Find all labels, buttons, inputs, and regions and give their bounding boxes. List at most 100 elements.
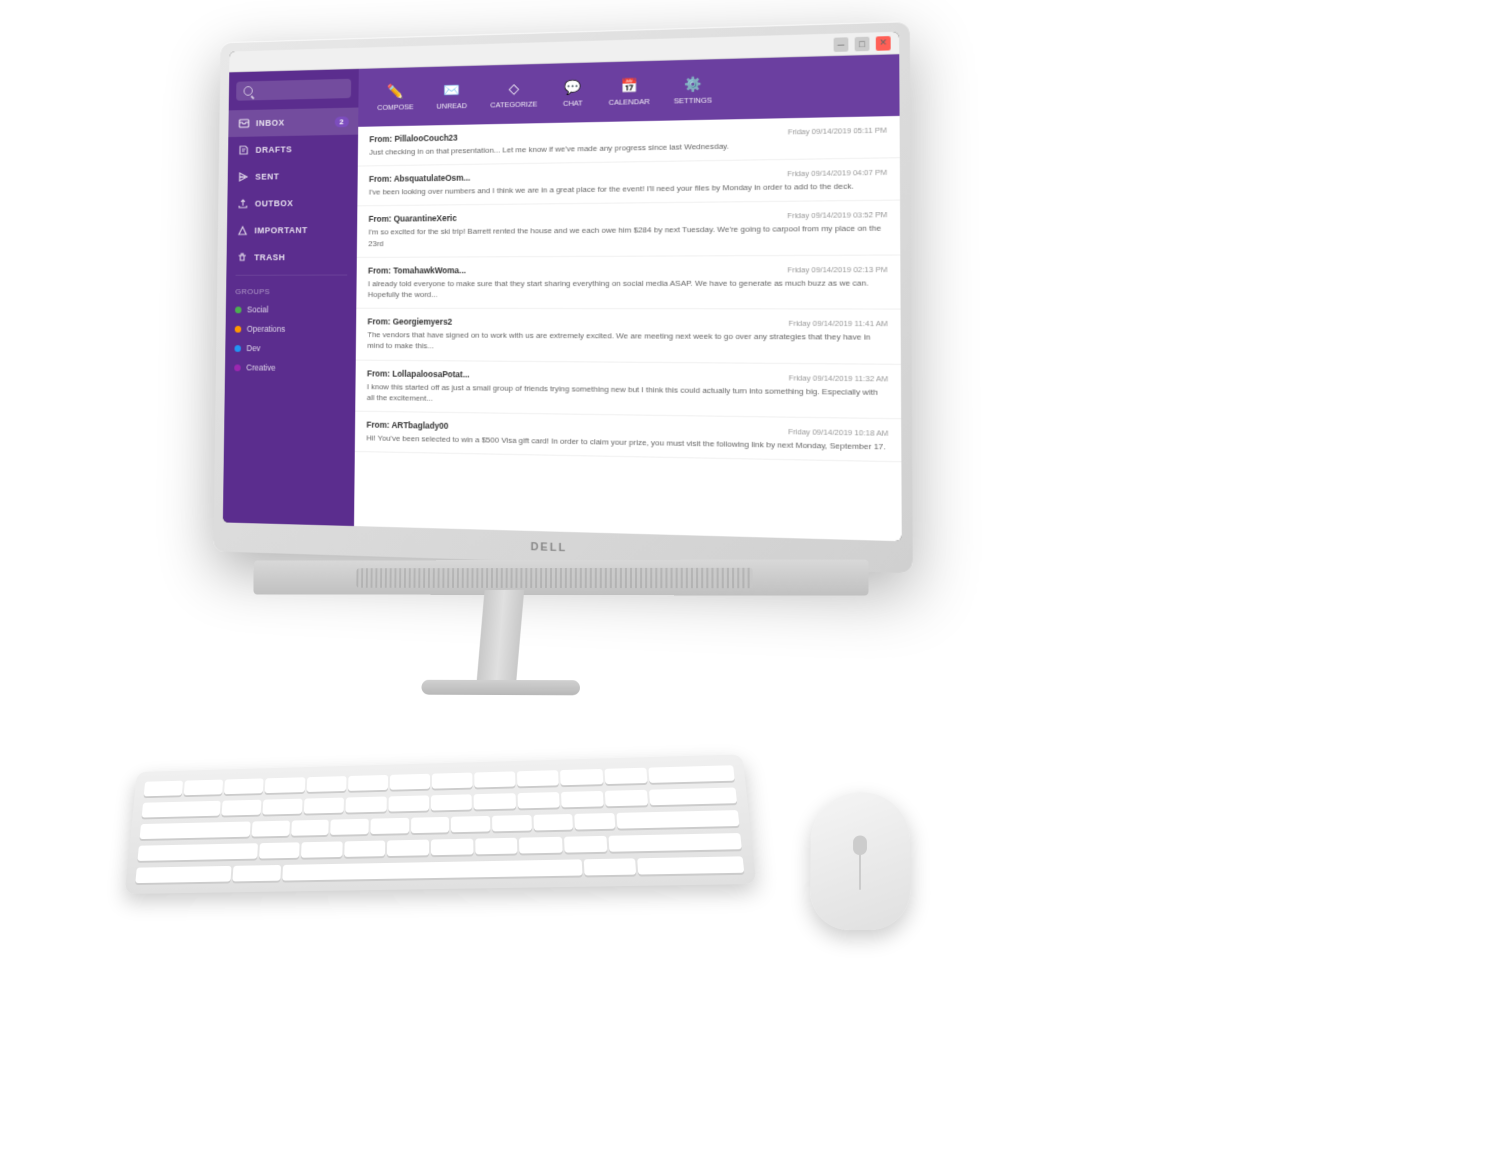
key[interactable] [259,842,300,858]
email-preview-4: The vendors that have signed on to work … [367,329,888,354]
compose-icon: ✏️ [387,83,404,100]
key[interactable] [224,778,264,794]
search-input[interactable] [256,83,343,97]
key[interactable] [475,838,518,855]
email-list: From: PillalooCouch23 Friday 09/14/2019 … [354,116,902,541]
key[interactable] [451,816,490,832]
key[interactable] [561,791,604,808]
sidebar-item-important[interactable]: IMPORTANT [227,216,357,244]
stand-neck [476,590,524,690]
sidebar-item-operations[interactable]: Operations [225,319,356,339]
sidebar-item-outbox[interactable]: OUTBOX [227,189,357,217]
sidebar-item-social[interactable]: Social [226,300,357,320]
search-box[interactable] [236,79,351,101]
settings-icon: ⚙️ [684,75,702,92]
key[interactable] [265,777,305,793]
operations-label: Operations [247,324,286,334]
email-item-5[interactable]: From: LollapaloosaPotat... Friday 09/14/… [355,360,901,419]
keyboard[interactable] [125,754,757,894]
key[interactable] [144,780,183,796]
key[interactable] [616,810,739,829]
toolbar-unread[interactable]: ✉️ UNREAD [427,75,477,116]
search-icon [244,86,253,96]
key[interactable] [304,797,344,813]
key[interactable] [431,839,473,856]
email-date-1: Friday 09/14/2019 04:07 PM [787,168,887,179]
key[interactable] [135,866,231,883]
email-date-4: Friday 09/14/2019 11:41 AM [789,319,888,329]
key[interactable] [492,815,532,831]
email-item-1[interactable]: From: AbsquatulateOsm... Friday 09/14/20… [357,158,900,206]
key[interactable] [262,798,302,814]
key[interactable] [575,813,616,830]
key[interactable] [604,767,647,783]
key[interactable] [346,796,387,812]
key[interactable] [252,821,290,837]
key[interactable] [291,820,329,836]
key[interactable] [390,773,430,789]
groups-label: GROUPS [226,279,357,300]
key[interactable] [609,833,742,852]
key[interactable] [387,840,429,856]
email-item-3[interactable]: From: TomahawkWoma... Friday 09/14/2019 … [356,255,900,309]
sidebar-item-creative[interactable]: Creative [225,358,356,379]
key[interactable] [348,775,388,791]
key[interactable] [648,765,735,783]
email-from-2: From: QuarantineXeric [369,214,457,225]
key[interactable] [533,814,573,831]
key[interactable] [306,776,346,792]
dev-dot [234,345,241,352]
spacebar-key[interactable] [282,860,582,881]
key[interactable] [221,799,261,815]
minimize-button[interactable]: ─ [834,37,849,52]
key[interactable] [584,859,637,876]
key[interactable] [519,837,562,854]
mouse-scroll-wheel[interactable] [853,835,867,855]
key[interactable] [140,821,251,839]
key[interactable] [517,770,559,786]
important-icon [236,224,249,238]
key[interactable] [474,793,516,809]
mouse-divider [859,850,861,890]
email-from-5: From: LollapaloosaPotat... [367,368,470,379]
key[interactable] [432,772,473,788]
mouse[interactable] [810,791,911,930]
key[interactable] [605,790,649,807]
sidebar-item-drafts[interactable]: DRAFTS [228,135,358,164]
key[interactable] [431,794,472,810]
key[interactable] [370,818,408,834]
email-item-4[interactable]: From: Georgiemyers2 Friday 09/14/2019 11… [356,309,901,365]
email-header-3: From: TomahawkWoma... Friday 09/14/2019 … [368,264,888,276]
key[interactable] [638,857,745,875]
key[interactable] [142,801,221,818]
toolbar-settings[interactable]: ⚙️ SETTINGS [664,69,723,112]
maximize-button[interactable]: □ [855,36,870,51]
key[interactable] [301,842,342,858]
sidebar-item-sent[interactable]: SENT [228,162,358,191]
categorize-label: CATEGORIZE [490,99,537,109]
email-item-6[interactable]: From: ARTbaglady00 Friday 09/14/2019 10:… [355,411,902,462]
key[interactable] [560,769,602,785]
key[interactable] [344,841,385,857]
key[interactable] [232,865,281,882]
sidebar-item-dev[interactable]: Dev [225,338,356,358]
key[interactable] [649,787,737,805]
sidebar-item-inbox[interactable]: INBOX 2 [228,108,358,138]
toolbar-calendar[interactable]: 📅 CALENDAR [599,70,660,112]
important-label: IMPORTANT [254,225,307,235]
key[interactable] [411,817,450,833]
key[interactable] [184,779,224,795]
toolbar-chat[interactable]: 💬 CHAT [551,72,595,114]
email-preview-3: I already told everyone to make sure tha… [368,277,888,300]
key[interactable] [331,819,369,835]
toolbar-categorize[interactable]: ◇ CATEGORIZE [481,73,548,115]
toolbar-compose[interactable]: ✏️ COMPOSE [368,76,424,117]
key[interactable] [137,843,257,861]
key[interactable] [474,771,515,787]
email-item-2[interactable]: From: QuarantineXeric Friday 09/14/2019 … [357,201,900,258]
key[interactable] [388,795,429,811]
key[interactable] [564,836,608,853]
key[interactable] [517,792,559,808]
close-button[interactable]: ✕ [876,36,891,51]
sidebar-item-trash[interactable]: TRASH [226,243,357,271]
